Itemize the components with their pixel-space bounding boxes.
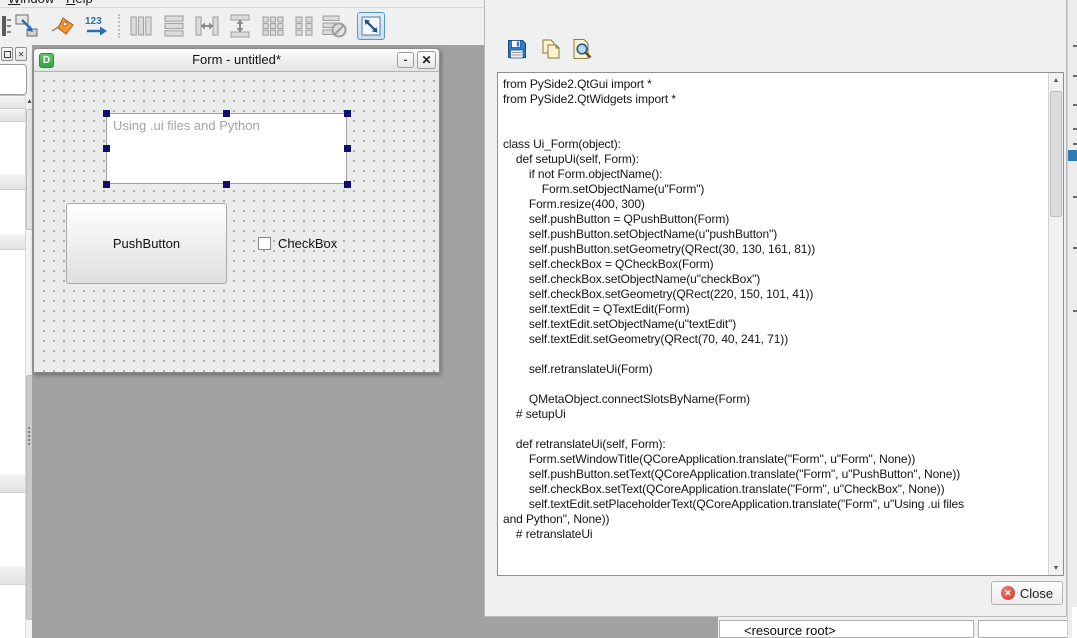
widget-box-category[interactable] [0,566,25,585]
dock-float-button[interactable] [1,47,13,61]
bottom-dock-strip: <resource root> [718,617,1077,638]
scrollbar-thumb[interactable] [1050,91,1062,217]
toolbar-separator [118,14,120,38]
code-text: from PySide2.QtGui import * from PySide2… [503,77,964,542]
scroll-up-icon[interactable]: ▲ [1049,73,1063,87]
dock-close-button[interactable]: ✕ [15,47,27,61]
widget-box-category[interactable] [0,96,25,109]
selection-handle[interactable] [223,110,230,117]
widget-box-category[interactable] [0,234,25,250]
layout-horizontally-icon[interactable] [128,13,154,39]
edit-buddies-icon[interactable] [50,13,76,39]
resource-detail-panel[interactable] [978,620,1075,638]
selection-handle[interactable] [223,181,230,188]
menu-help[interactable]: Help [66,0,93,6]
code-preview-dialog: from PySide2.QtGui import * from PySide2… [484,0,1067,617]
widget-box-category[interactable] [0,109,25,122]
selected-tree-item[interactable] [1068,150,1077,161]
widget-box-list[interactable] [0,95,25,638]
selection-handle[interactable] [344,110,351,117]
scroll-down-icon[interactable]: ▼ [1049,561,1063,575]
form-window-titlebar[interactable]: D Form - untitled* - ✕ [34,49,439,72]
code-scrollbar[interactable]: ▲ ▼ [1048,73,1063,575]
svg-text:123: 123 [85,16,102,27]
selection-handle[interactable] [344,181,351,188]
menu-window[interactable]: Window [8,0,54,6]
break-layout-icon[interactable] [321,13,347,39]
edit-tab-order-icon[interactable]: 123 [83,13,109,39]
form-window: D Form - untitled* - ✕ Using .ui files a… [33,48,440,373]
selection-handle[interactable] [103,145,110,152]
adjust-size-icon[interactable] [357,12,385,40]
layout-vertically-icon[interactable] [161,13,187,39]
edit-widgets-icon[interactable] [0,13,12,39]
code-view[interactable]: from PySide2.QtGui import * from PySide2… [497,72,1064,576]
selection-handle[interactable] [103,181,110,188]
dialog-close-button[interactable]: ✕ Close [991,581,1063,605]
selection-handle[interactable] [344,145,351,152]
pushbutton-label: PushButton [113,236,180,251]
panel-fragment [1072,607,1077,638]
qt-designer-window: Window Help 123 [0,0,1077,638]
widget-box-scrollbar[interactable]: ▲ [25,95,32,638]
checkbox-box-icon[interactable] [258,237,271,250]
resource-root-item[interactable]: <resource root> [744,623,836,638]
edit-signals-slots-icon[interactable] [14,13,40,39]
textedit-placeholder: Using .ui files and Python [113,118,260,133]
widget-box-category[interactable] [0,174,25,190]
form-minimize-button[interactable]: - [397,52,414,68]
checkbox-label: CheckBox [278,236,337,251]
widget-box-category[interactable] [0,474,25,493]
textedit-widget[interactable]: Using .ui files and Python [106,113,347,184]
selection-handle[interactable] [103,110,110,117]
close-button-label: Close [1020,586,1053,601]
widget-box-dock: ✕ ▲ [0,45,32,638]
layout-form-icon[interactable] [292,13,318,39]
checkbox-widget[interactable]: CheckBox [256,223,357,264]
layout-vertical-splitter-icon[interactable] [227,13,253,39]
resource-browser-panel[interactable]: <resource root> [719,620,974,638]
layout-grid-icon[interactable] [260,13,286,39]
pushbutton-widget[interactable]: PushButton [66,203,227,284]
widget-filter-input[interactable] [0,64,27,95]
layout-horizontal-splitter-icon[interactable] [194,13,220,39]
close-circle-icon: ✕ [1001,586,1015,600]
form-close-button[interactable]: ✕ [417,51,436,69]
copy-icon[interactable] [540,38,562,60]
close-icon: ✕ [18,50,25,59]
main-toolbar: 123 [0,8,484,46]
form-canvas[interactable]: Using .ui files and Python PushButton Ch… [35,72,439,372]
float-icon [4,51,11,58]
close-icon: ✕ [421,53,431,67]
right-dock-sliver [1067,0,1077,638]
minimize-icon: - [404,54,408,66]
form-window-title: Form - untitled* [34,52,439,67]
find-icon[interactable] [571,38,593,60]
save-icon[interactable] [506,38,528,60]
